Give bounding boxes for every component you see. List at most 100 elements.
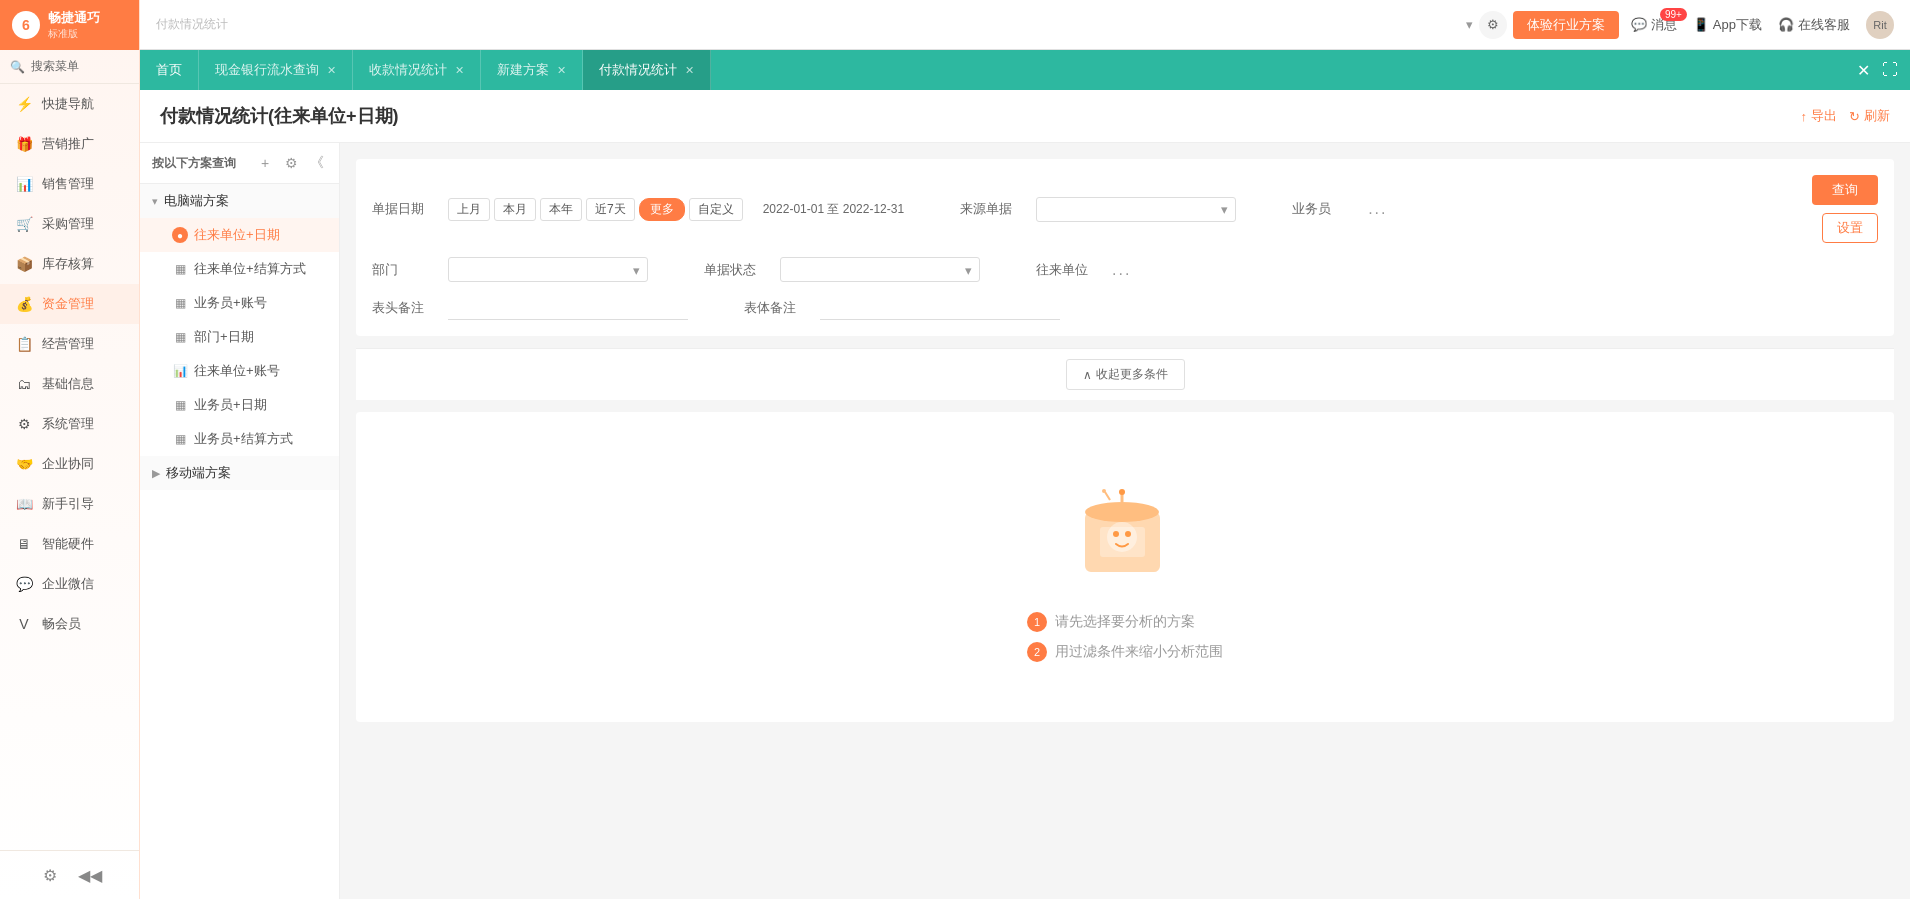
avatar[interactable]: Rit: [1866, 11, 1894, 39]
page-title-actions: ↑ 导出 ↻ 刷新: [1801, 107, 1891, 125]
tab-new-scheme-close-icon[interactable]: ✕: [557, 64, 566, 77]
sidebar-item-finance[interactable]: 💰 资金管理: [0, 284, 139, 324]
scheme-item-dept-date[interactable]: ▦ 部门+日期: [140, 320, 339, 354]
sidebar-item-basic[interactable]: 🗂 基础信息: [0, 364, 139, 404]
sidebar-item-operations[interactable]: 📋 经营管理: [0, 324, 139, 364]
scheme-item-partner-account[interactable]: 📊 往来单位+账号: [140, 354, 339, 388]
add-scheme-btn[interactable]: +: [255, 153, 275, 173]
date-btn-7days[interactable]: 近7天: [586, 198, 635, 221]
empty-svg: [1055, 472, 1195, 592]
sidebar-item-sales[interactable]: 📊 销售管理: [0, 164, 139, 204]
staff-label: 业务员: [1292, 200, 1352, 218]
mobile-scheme-header[interactable]: ▶ 移动端方案: [140, 456, 339, 490]
logo-sub: 标准版: [48, 27, 100, 41]
collapse-label: 收起更多条件: [1096, 366, 1168, 383]
expand-tab-btn[interactable]: ⛶: [1882, 61, 1898, 79]
collapse-sidebar-btn[interactable]: ◀◀: [74, 859, 106, 891]
date-btn-more[interactable]: 更多: [639, 198, 685, 221]
date-btn-this-month[interactable]: 本月: [494, 198, 536, 221]
notifications-btn[interactable]: 💬 消息 99+: [1631, 16, 1677, 34]
sidebar-item-enterprise[interactable]: 🤝 企业协同: [0, 444, 139, 484]
sidebar-logo: 6 畅捷通巧 标准版: [0, 0, 139, 50]
notification-badge: 99+: [1660, 8, 1687, 21]
scheme-item-staff-account[interactable]: ▦ 业务员+账号: [140, 286, 339, 320]
tab-receipts-close-icon[interactable]: ✕: [455, 64, 464, 77]
logo-brand: 畅捷通巧: [48, 9, 100, 27]
sidebar-item-wechat[interactable]: 💬 企业微信: [0, 564, 139, 604]
export-icon: ↑: [1801, 109, 1808, 124]
body-note-input[interactable]: [820, 296, 1060, 320]
sidebar-bottom: ⚙ ◀◀: [0, 850, 139, 899]
tab-payments[interactable]: 付款情况统计 ✕: [583, 50, 711, 90]
source-select[interactable]: [1036, 197, 1236, 222]
tab-home[interactable]: 首页: [140, 50, 199, 90]
breadcrumb-path: 付款情况统计: [156, 17, 228, 31]
desktop-scheme-header[interactable]: ▾ 电脑端方案: [140, 184, 339, 218]
sidebar-item-guide[interactable]: 📖 新手引导: [0, 484, 139, 524]
scheme-item-label: 部门+日期: [194, 328, 254, 346]
app-download-label: App下载: [1713, 16, 1762, 34]
sidebar-item-quick-nav[interactable]: ⚡ 快捷导航: [0, 84, 139, 124]
left-panel-header: 按以下方案查询 + ⚙ 《: [140, 143, 339, 184]
header-settings-btn[interactable]: ⚙: [1479, 11, 1507, 39]
tab-cashflow[interactable]: 现金银行流水查询 ✕: [199, 50, 353, 90]
active-scheme-icon: ●: [172, 227, 188, 243]
scheme-settings-btn[interactable]: ⚙: [281, 153, 301, 173]
sidebar-item-hardware[interactable]: 🖥 智能硬件: [0, 524, 139, 564]
scheme-item-staff-settle[interactable]: ▦ 业务员+结算方式: [140, 422, 339, 456]
header-note-label: 表头备注: [372, 299, 432, 317]
settings-bottom-btn[interactable]: ⚙: [34, 859, 66, 891]
sidebar-item-purchase[interactable]: 🛒 采购管理: [0, 204, 139, 244]
sidebar-item-member[interactable]: V 畅会员: [0, 604, 139, 644]
search-menu[interactable]: 🔍 搜索菜单: [0, 50, 139, 84]
partner-dots[interactable]: ...: [1112, 261, 1131, 279]
collapse-panel-btn[interactable]: 《: [307, 153, 327, 173]
collapse-icon: ∧: [1083, 368, 1092, 382]
sidebar-item-label: 畅会员: [42, 615, 81, 633]
tab-new-scheme[interactable]: 新建方案 ✕: [481, 50, 583, 90]
date-btn-custom[interactable]: 自定义: [689, 198, 743, 221]
partner-label: 往来单位: [1036, 261, 1096, 279]
app-icon: 📱: [1693, 17, 1709, 32]
member-icon: V: [14, 614, 34, 634]
scheme-item-partner-date[interactable]: ● 往来单位+日期: [140, 218, 339, 252]
tab-cashflow-close-icon[interactable]: ✕: [327, 64, 336, 77]
close-all-tabs-btn[interactable]: ✕: [1857, 61, 1870, 80]
query-btn[interactable]: 查询: [1812, 175, 1878, 205]
collapse-row: ∧ 收起更多条件: [356, 348, 1894, 400]
filter-actions: 查询 设置: [1812, 175, 1878, 243]
header-note-input[interactable]: [448, 296, 688, 320]
scheme-item-staff-date[interactable]: ▦ 业务员+日期: [140, 388, 339, 422]
right-panel: 单据日期 上月 本月 本年 近7天 更多 自定义 2022-01-01 至 20…: [340, 143, 1910, 899]
svg-point-4: [1113, 531, 1119, 537]
filter-row-2: 部门 单据状态 往来单位 ...: [372, 257, 1878, 282]
sidebar-item-system[interactable]: ⚙ 系统管理: [0, 404, 139, 444]
collapse-btn[interactable]: ∧ 收起更多条件: [1066, 359, 1185, 390]
dept-select[interactable]: [448, 257, 648, 282]
scheme-item-partner-settle[interactable]: ▦ 往来单位+结算方式: [140, 252, 339, 286]
source-select-wrap: [1036, 197, 1236, 222]
refresh-btn[interactable]: ↻ 刷新: [1849, 107, 1890, 125]
svg-line-8: [1105, 492, 1110, 500]
trial-btn[interactable]: 体验行业方案: [1513, 11, 1619, 39]
date-btn-this-year[interactable]: 本年: [540, 198, 582, 221]
tab-payments-close-icon[interactable]: ✕: [685, 64, 694, 77]
empty-illustration: [1055, 472, 1195, 592]
dropdown-arrow-icon[interactable]: ▾: [1466, 17, 1473, 32]
svg-point-5: [1125, 531, 1131, 537]
online-service-btn[interactable]: 🎧 在线客服: [1778, 16, 1850, 34]
app-download-btn[interactable]: 📱 App下载: [1693, 16, 1762, 34]
column-settings-btn[interactable]: 设置: [1822, 213, 1878, 243]
scheme-item-label: 业务员+账号: [194, 294, 267, 312]
wechat-icon: 💬: [14, 574, 34, 594]
service-icon: 🎧: [1778, 17, 1794, 32]
doc-status-select[interactable]: [780, 257, 980, 282]
sales-icon: 📊: [14, 174, 34, 194]
sidebar-item-inventory[interactable]: 📦 库存核算: [0, 244, 139, 284]
date-btn-last-month[interactable]: 上月: [448, 198, 490, 221]
sidebar-item-marketing[interactable]: 🎁 营销推广: [0, 124, 139, 164]
staff-dots[interactable]: ...: [1368, 200, 1387, 218]
export-btn[interactable]: ↑ 导出: [1801, 107, 1838, 125]
tab-receipts[interactable]: 收款情况统计 ✕: [353, 50, 481, 90]
hint-text-1: 请先选择要分析的方案: [1055, 613, 1195, 631]
